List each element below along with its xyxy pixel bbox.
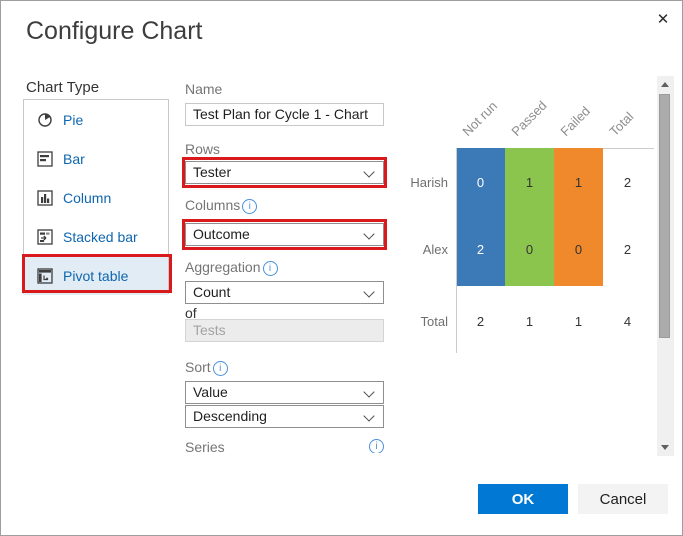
rows-dropdown[interactable]: Tester — [185, 161, 384, 184]
aggregation-label: Aggregation i — [185, 259, 278, 276]
chevron-down-icon — [363, 410, 375, 422]
close-icon[interactable]: ✕ — [651, 8, 675, 32]
chevron-down-icon — [363, 286, 375, 298]
rows-dropdown-value: Tester — [193, 164, 232, 180]
scrollbar-thumb[interactable] — [659, 94, 670, 338]
chart-type-item-pie[interactable]: Pie — [24, 100, 168, 139]
pivot-column-passed — [505, 148, 554, 286]
ok-button[interactable]: OK — [478, 484, 568, 514]
columns-dropdown[interactable]: Outcome — [185, 223, 384, 246]
info-icon[interactable]: i — [212, 361, 228, 376]
aggregation-dropdown[interactable]: Count — [185, 281, 384, 304]
name-input[interactable]: Test Plan for Cycle 1 - Chart — [185, 103, 384, 126]
chart-type-item-column[interactable]: Column — [24, 178, 168, 217]
stacked-bar-chart-icon — [37, 228, 53, 245]
info-icon[interactable]: i — [262, 261, 278, 276]
series-label: Series — [185, 439, 225, 453]
column-header-failed: Failed — [557, 103, 594, 139]
sort-value: Value — [193, 384, 228, 400]
cell-harish-failed: 1 — [574, 175, 583, 190]
row-label-harish: Harish — [410, 175, 448, 190]
cell-total-notrun: 2 — [476, 314, 485, 329]
cell-harish-total: 2 — [623, 175, 632, 190]
pie-chart-icon — [37, 112, 53, 128]
cell-harish-notrun: 0 — [476, 175, 485, 190]
column-header-total: Total — [606, 108, 637, 139]
chart-type-list: Pie Bar Column Stacked bar Pivot table — [23, 99, 169, 295]
column-chart-icon — [37, 189, 53, 206]
configure-chart-dialog: Configure Chart ✕ Chart Type Pie Bar Col… — [0, 0, 683, 536]
column-header-passed: Passed — [508, 97, 550, 139]
chart-type-label: Pie — [63, 111, 84, 128]
row-label-alex: Alex — [422, 242, 448, 257]
cell-harish-passed: 1 — [525, 175, 534, 190]
chevron-down-icon — [363, 166, 375, 178]
row-label-total: Total — [420, 314, 448, 329]
scrollbar[interactable] — [657, 76, 674, 456]
chart-type-label: Pivot table — [63, 267, 129, 284]
chart-type-item-bar[interactable]: Bar — [24, 139, 168, 178]
chart-type-label: Bar — [63, 150, 85, 167]
sort-value-dropdown[interactable]: Value — [185, 381, 384, 404]
chart-type-label: Column — [63, 189, 112, 206]
chart-type-heading: Chart Type — [26, 79, 100, 96]
pivot-column-failed — [554, 148, 603, 286]
bar-chart-icon — [37, 150, 53, 167]
page-title: Configure Chart — [26, 17, 203, 45]
series-row-clipped: Series i — [185, 439, 384, 453]
columns-label: Columns i — [185, 197, 258, 214]
aggregation-label-text: Aggregation — [185, 259, 261, 275]
cell-total-total: 4 — [623, 314, 632, 329]
columns-dropdown-value: Outcome — [193, 226, 250, 242]
aggregation-dropdown-value: Count — [193, 284, 231, 300]
scroll-down-icon[interactable] — [661, 445, 669, 450]
chart-type-label: Stacked bar — [63, 228, 138, 245]
pivot-column-not-run — [456, 148, 505, 286]
pivot-table-icon — [37, 267, 53, 284]
chart-type-item-stacked-bar[interactable]: Stacked bar — [24, 217, 168, 256]
columns-label-text: Columns — [185, 197, 241, 213]
cell-alex-failed: 0 — [574, 242, 583, 257]
cell-alex-notrun: 2 — [476, 242, 485, 257]
sort-direction-dropdown[interactable]: Descending — [185, 405, 384, 428]
name-label: Name — [185, 81, 223, 97]
cancel-button[interactable]: Cancel — [578, 484, 668, 514]
cell-total-passed: 1 — [525, 314, 534, 329]
sort-label: Sort i — [185, 359, 228, 376]
rows-label: Rows — [185, 141, 221, 157]
info-icon[interactable]: i — [369, 439, 384, 453]
preview-top-rule — [603, 148, 654, 149]
cell-alex-total: 2 — [623, 242, 632, 257]
column-header-not-run: Not run — [459, 98, 501, 139]
cell-alex-passed: 0 — [525, 242, 534, 257]
cell-total-failed: 1 — [574, 314, 583, 329]
chevron-down-icon — [363, 228, 375, 240]
chevron-down-icon — [363, 386, 375, 398]
sort-label-text: Sort — [185, 359, 211, 375]
of-field-disabled: Tests — [185, 319, 384, 342]
chart-type-item-pivot-table[interactable]: Pivot table — [24, 256, 168, 295]
info-icon[interactable]: i — [242, 199, 258, 214]
sort-direction-value: Descending — [193, 408, 267, 424]
scroll-up-icon[interactable] — [661, 82, 669, 87]
